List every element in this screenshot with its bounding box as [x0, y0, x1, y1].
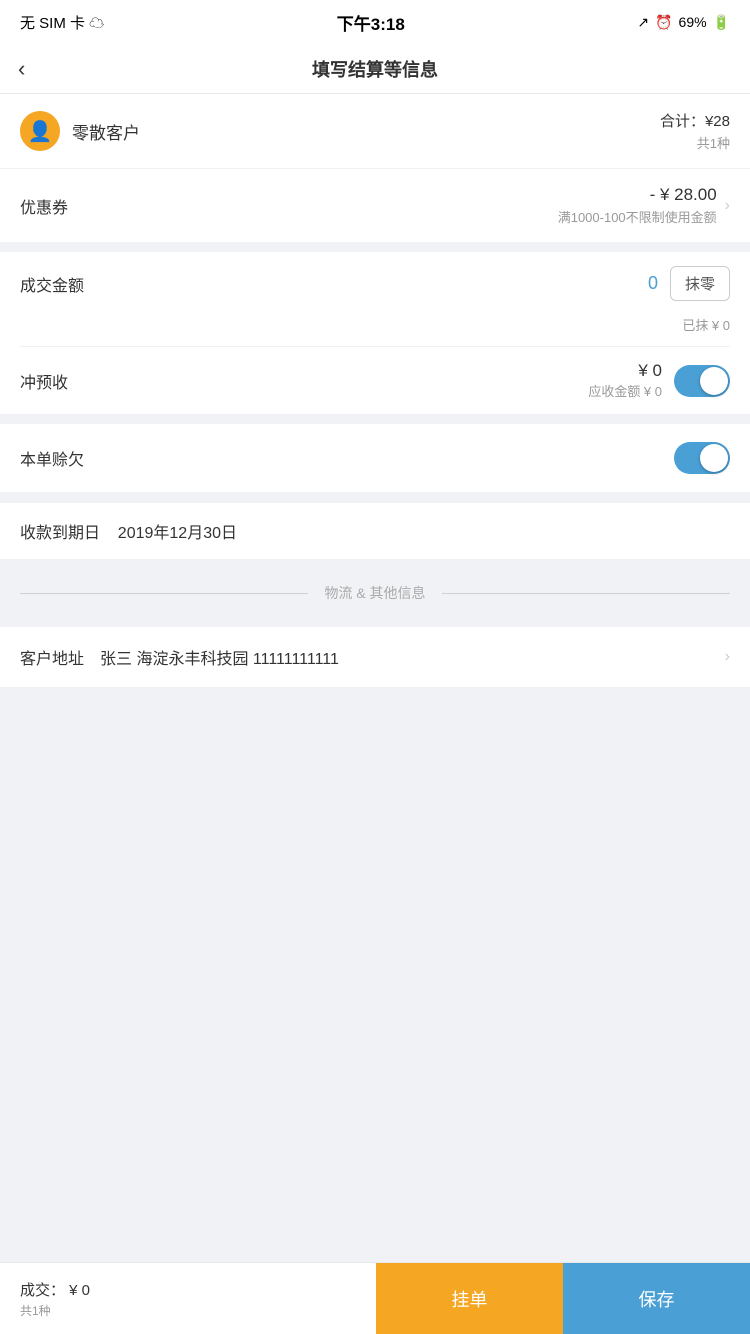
battery-label: 69%: [679, 14, 707, 30]
toggle-knob: [700, 367, 728, 395]
address-label: 客户地址: [20, 645, 84, 669]
prepaid-sub: 应收金额 ¥ 0: [588, 381, 662, 400]
battery-icon: 🔋: [713, 14, 730, 31]
prepaid-label: 冲预收: [20, 369, 68, 393]
coupon-amount: - ¥ 28.00: [558, 185, 717, 205]
due-date-value: 2019年12月30日: [118, 525, 237, 542]
customer-right: 合计：¥28 共1种: [660, 110, 730, 152]
page-title: 填写结算等信息: [312, 56, 438, 82]
transaction-label: 成交金额: [20, 272, 84, 296]
save-button[interactable]: 保存: [563, 1263, 750, 1334]
due-date-section: 收款到期日 2019年12月30日: [0, 502, 750, 559]
coupon-desc: 满1000-100不限制使用金额: [558, 207, 717, 226]
prepaid-right: ¥ 0 应收金额 ¥ 0: [588, 361, 730, 400]
customer-coupon-section: 👤 零散客户 合计：¥28 共1种 优惠券 - ¥ 28.00 满1000-10…: [0, 94, 750, 242]
prepaid-amount: ¥ 0: [588, 361, 662, 381]
alarm-icon: ⏰: [655, 14, 672, 31]
credit-section: 本单赊欠: [0, 424, 750, 492]
prepaid-amount-block: ¥ 0 应收金额 ¥ 0: [588, 361, 662, 400]
bottom-bar: 成交： ¥ 0 共1种 挂单 保存: [0, 1262, 750, 1334]
transaction-amount[interactable]: 0: [628, 273, 658, 294]
transaction-sub: 已抹 ¥ 0: [0, 315, 750, 346]
address-row[interactable]: 客户地址 张三 海淀永丰科技园 11111111111 ›: [0, 627, 750, 687]
credit-toggle-knob: [700, 444, 728, 472]
round-button[interactable]: 抹零: [670, 266, 730, 301]
address-chevron-icon: ›: [725, 648, 730, 666]
due-date-row[interactable]: 收款到期日 2019年12月30日: [0, 502, 750, 559]
coupon-chevron-icon: ›: [725, 197, 730, 215]
due-date-label: 收款到期日: [20, 525, 100, 542]
prepaid-row: 冲预收 ¥ 0 应收金额 ¥ 0: [0, 347, 750, 414]
transaction-row: 成交金额 0 抹零: [0, 252, 750, 315]
total-count: 共1种: [660, 133, 730, 152]
logistics-section: 物流 & 其他信息: [0, 569, 750, 617]
customer-name: 零散客户: [72, 119, 140, 144]
prepaid-toggle[interactable]: [674, 365, 730, 397]
bottom-deal-count: 共1种: [20, 1302, 356, 1319]
avatar: 👤: [20, 111, 60, 151]
content: 👤 零散客户 合计：¥28 共1种 优惠券 - ¥ 28.00 满1000-10…: [0, 94, 750, 767]
status-left: 无 SIM 卡 ☁: [20, 12, 104, 33]
address-value: 张三 海淀永丰科技园 11111111111: [100, 645, 721, 669]
coupon-row[interactable]: 优惠券 - ¥ 28.00 满1000-100不限制使用金额 ›: [0, 168, 750, 242]
location-icon: ↗: [637, 14, 649, 31]
transaction-right: 0 抹零: [628, 266, 730, 301]
total-amount: 合计：¥28: [660, 110, 730, 131]
coupon-label: 优惠券: [20, 194, 68, 218]
nav-bar: ‹ 填写结算等信息: [0, 44, 750, 94]
status-right: ↗ ⏰ 69% 🔋: [637, 14, 730, 31]
credit-label: 本单赊欠: [20, 446, 84, 470]
customer-row: 👤 零散客户 合计：¥28 共1种: [0, 94, 750, 168]
sim-label: 无 SIM 卡 ☁: [20, 12, 104, 33]
credit-toggle[interactable]: [674, 442, 730, 474]
bottom-summary: 成交： ¥ 0 共1种: [0, 1279, 376, 1319]
bottom-deal-label: 成交： ¥ 0: [20, 1279, 356, 1300]
due-date-text: 收款到期日 2019年12月30日: [20, 525, 237, 542]
status-time: 下午3:18: [337, 10, 405, 35]
back-button[interactable]: ‹: [18, 56, 25, 82]
hang-button[interactable]: 挂单: [376, 1263, 563, 1334]
customer-left: 👤 零散客户: [20, 111, 140, 151]
status-bar: 无 SIM 卡 ☁ 下午3:18 ↗ ⏰ 69% 🔋: [0, 0, 750, 44]
logistics-label: 物流 & 其他信息: [308, 585, 441, 601]
avatar-icon: 👤: [28, 119, 53, 144]
transaction-section: 成交金额 0 抹零 已抹 ¥ 0 冲预收 ¥ 0 应收金额 ¥ 0: [0, 252, 750, 414]
